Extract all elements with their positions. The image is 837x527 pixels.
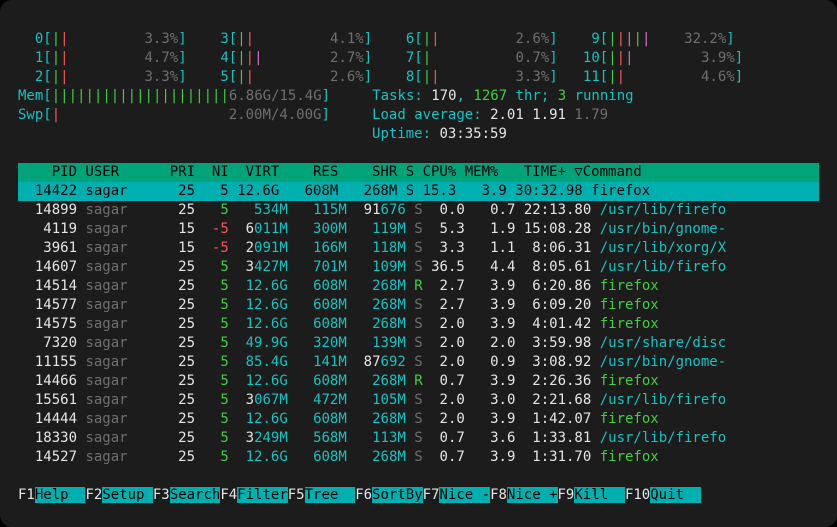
fkey-label[interactable]: Nice + [507,487,558,503]
process-row[interactable]: 3961 sagar 15 -5 2091M 166M 118M S 3.3 1… [18,239,819,258]
cpu-meter-row: 0[|| 3.3%] 3[|| 4.1%] 6[|| 2.6%] 9[|||||… [18,30,819,49]
process-row[interactable]: 14444 sagar 25 5 12.6G 608M 268M S 2.0 3… [18,410,819,429]
fkey: F10 [625,487,650,503]
process-row[interactable]: 15561 sagar 25 5 3067M 472M 105M S 2.0 3… [18,391,819,410]
process-row[interactable]: 14607 sagar 25 5 3427M 701M 109M S 36.5 … [18,258,819,277]
fkey-label[interactable]: Filter [237,487,288,503]
fkey: F4 [220,487,237,503]
function-key-bar[interactable]: F1Help F2Setup F3SearchF4FilterF5Tree F6… [18,486,701,505]
fkey: F7 [423,487,440,503]
process-row[interactable]: 14466 sagar 25 5 12.6G 608M 268M R 0.7 3… [18,372,819,391]
cpu-meter-row: 1[|| 4.7%] 4[||| 2.7%] 7[| 0.7%] 10[||| … [18,49,819,68]
fkey: F1 [18,487,35,503]
mem-meter: Mem[|||||||||||||||||||||6.86G/15.4G] Ta… [18,87,819,106]
fkey-label[interactable]: SortBy [372,487,423,503]
process-row[interactable]: 14575 sagar 25 5 12.6G 608M 268M S 2.0 3… [18,315,819,334]
process-row-selected[interactable]: 14422 sagar 25 5 12.6G 608M 268M S 15.3 … [18,182,819,201]
process-row[interactable]: 7320 sagar 25 5 49.9G 320M 139M S 2.0 2.… [18,334,819,353]
fkey: F3 [153,487,170,503]
uptime: Uptime: 03:35:59 [18,125,819,144]
fkey-label[interactable]: Nice - [439,487,490,503]
blank-row [18,144,819,163]
fkey-label[interactable]: Kill [574,487,625,503]
process-header[interactable]: PID USER PRI NI VIRT RES SHR S CPU% MEM%… [18,163,819,182]
process-row[interactable]: 4119 sagar 15 -5 6011M 300M 119M S 5.3 1… [18,220,819,239]
process-row[interactable]: 14527 sagar 25 5 12.6G 608M 268M S 0.7 3… [18,448,819,467]
fkey-label[interactable]: Tree [305,487,356,503]
fkey: F2 [85,487,102,503]
fkey: F8 [490,487,507,503]
htop-content[interactable]: 0[|| 3.3%] 3[|| 4.1%] 6[|| 2.6%] 9[|||||… [18,30,819,467]
fkey-label[interactable]: Quit [650,487,701,503]
fkey-label[interactable]: Help [35,487,86,503]
terminal-window: 0[|| 3.3%] 3[|| 4.1%] 6[|| 2.6%] 9[|||||… [0,0,837,527]
process-row[interactable]: 11155 sagar 25 5 85.4G 141M 87692 S 2.0 … [18,353,819,372]
swap-meter: Swp[| 2.00M/4.00G] Load average: 2.01 1.… [18,106,819,125]
process-row[interactable]: 14899 sagar 25 5 534M 115M 91676 S 0.0 0… [18,201,819,220]
cpu-meter-row: 2[|| 3.3%] 5[|| 2.6%] 8[|| 3.3%] 11[|| 4… [18,68,819,87]
fkey: F5 [288,487,305,503]
fkey: F6 [355,487,372,503]
fkey: F9 [558,487,575,503]
fkey-label[interactable]: Search [170,487,221,503]
process-row[interactable]: 14514 sagar 25 5 12.6G 608M 268M R 2.7 3… [18,277,819,296]
process-row[interactable]: 18330 sagar 25 5 3249M 568M 113M S 0.7 3… [18,429,819,448]
fkey-label[interactable]: Setup [102,487,153,503]
process-row[interactable]: 14577 sagar 25 5 12.6G 608M 268M S 2.7 3… [18,296,819,315]
